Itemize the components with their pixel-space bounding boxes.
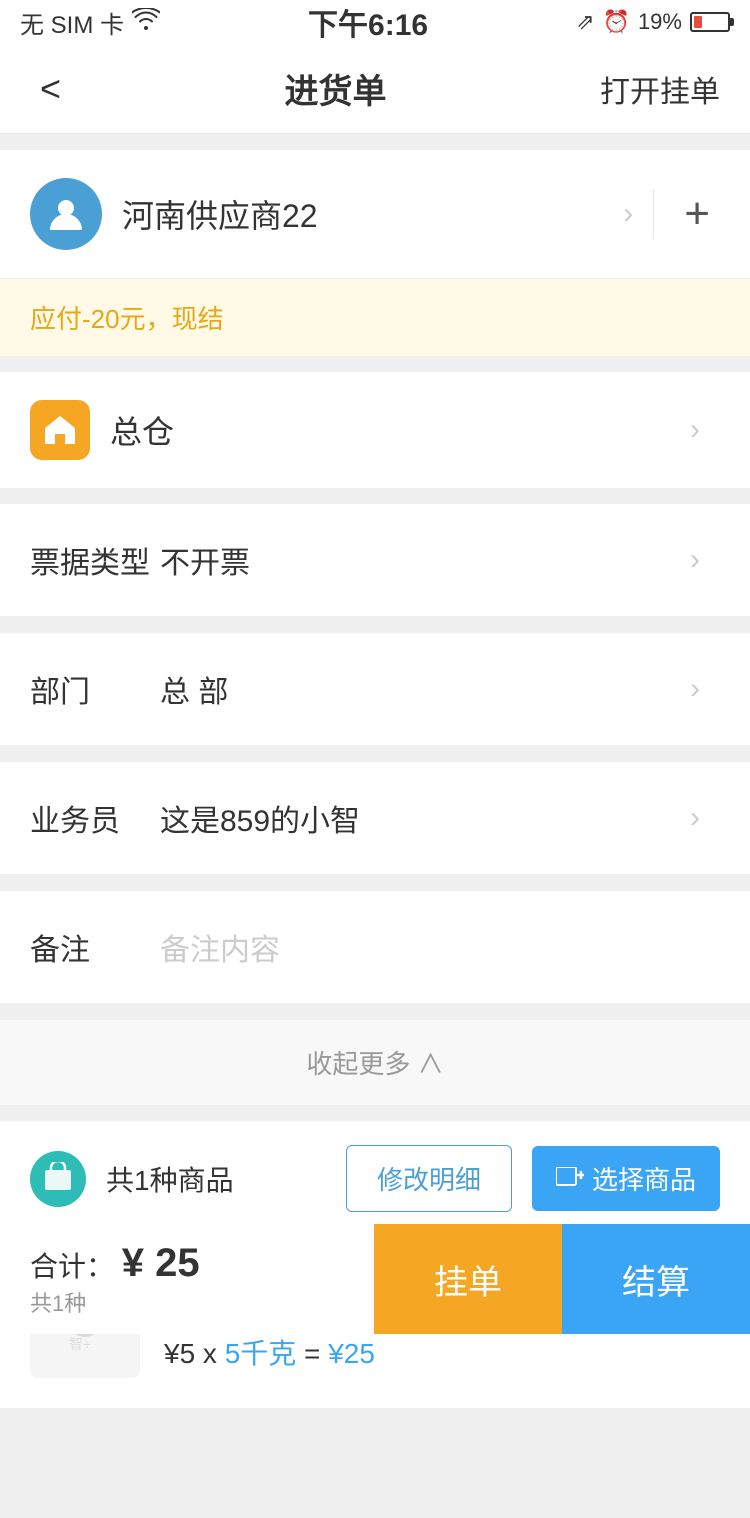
bottom-spacer bbox=[0, 1408, 750, 1518]
status-right: ⇗ ⏰ 19% bbox=[576, 9, 730, 35]
remark-row[interactable]: 备注 备注内容 bbox=[0, 891, 750, 1004]
product-header: 共1种商品 修改明细 选择商品 bbox=[0, 1121, 750, 1236]
add-button[interactable]: + bbox=[674, 189, 720, 239]
hang-button[interactable]: 挂单 bbox=[374, 1224, 562, 1334]
total-price: ¥25 bbox=[328, 1338, 375, 1369]
total-label: 合计： bbox=[30, 1251, 114, 1282]
divider bbox=[653, 189, 654, 239]
chevron-right-icon: › bbox=[690, 413, 700, 447]
chevron-right-icon: › bbox=[690, 801, 700, 835]
remark-input[interactable]: 备注内容 bbox=[160, 925, 720, 969]
nav-bar: < 进货单 打开挂单 bbox=[0, 44, 750, 134]
total-count: 共1种 bbox=[30, 1286, 344, 1318]
remark-label: 备注 bbox=[30, 925, 160, 969]
salesperson-card: 业务员 这是859的小智 › bbox=[0, 762, 750, 875]
unit-price: ¥5 x bbox=[164, 1338, 225, 1369]
dept-card: 部门 总 部 › bbox=[0, 633, 750, 746]
warehouse-name: 总仓 bbox=[110, 407, 690, 453]
bottom-bar: 合计： ¥ 25 共1种 挂单 结算 bbox=[0, 1224, 750, 1334]
svg-text:智+: 智+ bbox=[69, 1336, 91, 1352]
select-product-label: 选择商品 bbox=[592, 1160, 696, 1197]
status-left: 无 SIM 卡 bbox=[20, 5, 160, 40]
battery-icon bbox=[690, 12, 730, 32]
product-price: ¥5 x 5千克 = ¥25 bbox=[164, 1332, 660, 1372]
invoice-label: 票据类型 bbox=[30, 538, 160, 582]
salesperson-row[interactable]: 业务员 这是859的小智 › bbox=[0, 762, 750, 875]
quantity: 5千克 bbox=[225, 1338, 297, 1369]
back-button[interactable]: < bbox=[30, 58, 71, 120]
supplier-row[interactable]: 河南供应商22 › + bbox=[0, 150, 750, 279]
status-time: 下午6:16 bbox=[308, 0, 428, 44]
alarm-icon: ⏰ bbox=[603, 9, 630, 35]
supplier-card: 河南供应商22 › + 应付-20元，现结 bbox=[0, 150, 750, 356]
product-count-label: 共1种商品 bbox=[106, 1159, 326, 1199]
carrier-label: 无 SIM 卡 bbox=[20, 5, 124, 40]
salesperson-label: 业务员 bbox=[30, 796, 160, 840]
total-amount: ¥ 25 bbox=[122, 1241, 200, 1285]
open-hang-button[interactable]: 打开挂单 bbox=[600, 67, 720, 111]
location-icon: ⇗ bbox=[576, 9, 594, 35]
dept-row[interactable]: 部门 总 部 › bbox=[0, 633, 750, 746]
warning-banner: 应付-20元，现结 bbox=[0, 279, 750, 356]
invoice-row[interactable]: 票据类型 不开票 › bbox=[0, 504, 750, 617]
remark-card: 备注 备注内容 bbox=[0, 891, 750, 1004]
supplier-name: 河南供应商22 bbox=[122, 191, 623, 237]
invoice-value: 不开票 bbox=[160, 538, 690, 582]
dept-label: 部门 bbox=[30, 667, 160, 711]
collapse-row[interactable]: 收起更多 ∧ bbox=[0, 1020, 750, 1105]
dept-value: 总 部 bbox=[160, 667, 690, 711]
salesperson-value: 这是859的小智 bbox=[160, 796, 690, 840]
edit-detail-button[interactable]: 修改明细 bbox=[346, 1145, 512, 1212]
equals: = bbox=[296, 1338, 328, 1369]
warehouse-icon bbox=[30, 400, 90, 460]
status-bar: 无 SIM 卡 下午6:16 ⇗ ⏰ 19% bbox=[0, 0, 750, 44]
page-title: 进货单 bbox=[285, 64, 387, 113]
product-count-icon bbox=[30, 1151, 86, 1207]
invoice-card: 票据类型 不开票 › bbox=[0, 504, 750, 617]
chevron-right-icon: › bbox=[690, 543, 700, 577]
collapse-label: 收起更多 ∧ bbox=[306, 1049, 443, 1079]
warehouse-row[interactable]: 总仓 › bbox=[0, 372, 750, 488]
bottom-total: 合计： ¥ 25 共1种 bbox=[0, 1224, 374, 1334]
warning-text: 应付-20元，现结 bbox=[30, 304, 224, 334]
wifi-icon bbox=[132, 8, 160, 37]
battery-percentage: 19% bbox=[638, 9, 682, 35]
select-product-button[interactable]: 选择商品 bbox=[532, 1146, 720, 1211]
warehouse-card: 总仓 › bbox=[0, 372, 750, 488]
supplier-avatar bbox=[30, 178, 102, 250]
chevron-right-icon: › bbox=[623, 197, 633, 231]
total-row: 合计： ¥ 25 bbox=[30, 1241, 344, 1286]
chevron-right-icon: › bbox=[690, 672, 700, 706]
settle-button[interactable]: 结算 bbox=[562, 1224, 750, 1334]
